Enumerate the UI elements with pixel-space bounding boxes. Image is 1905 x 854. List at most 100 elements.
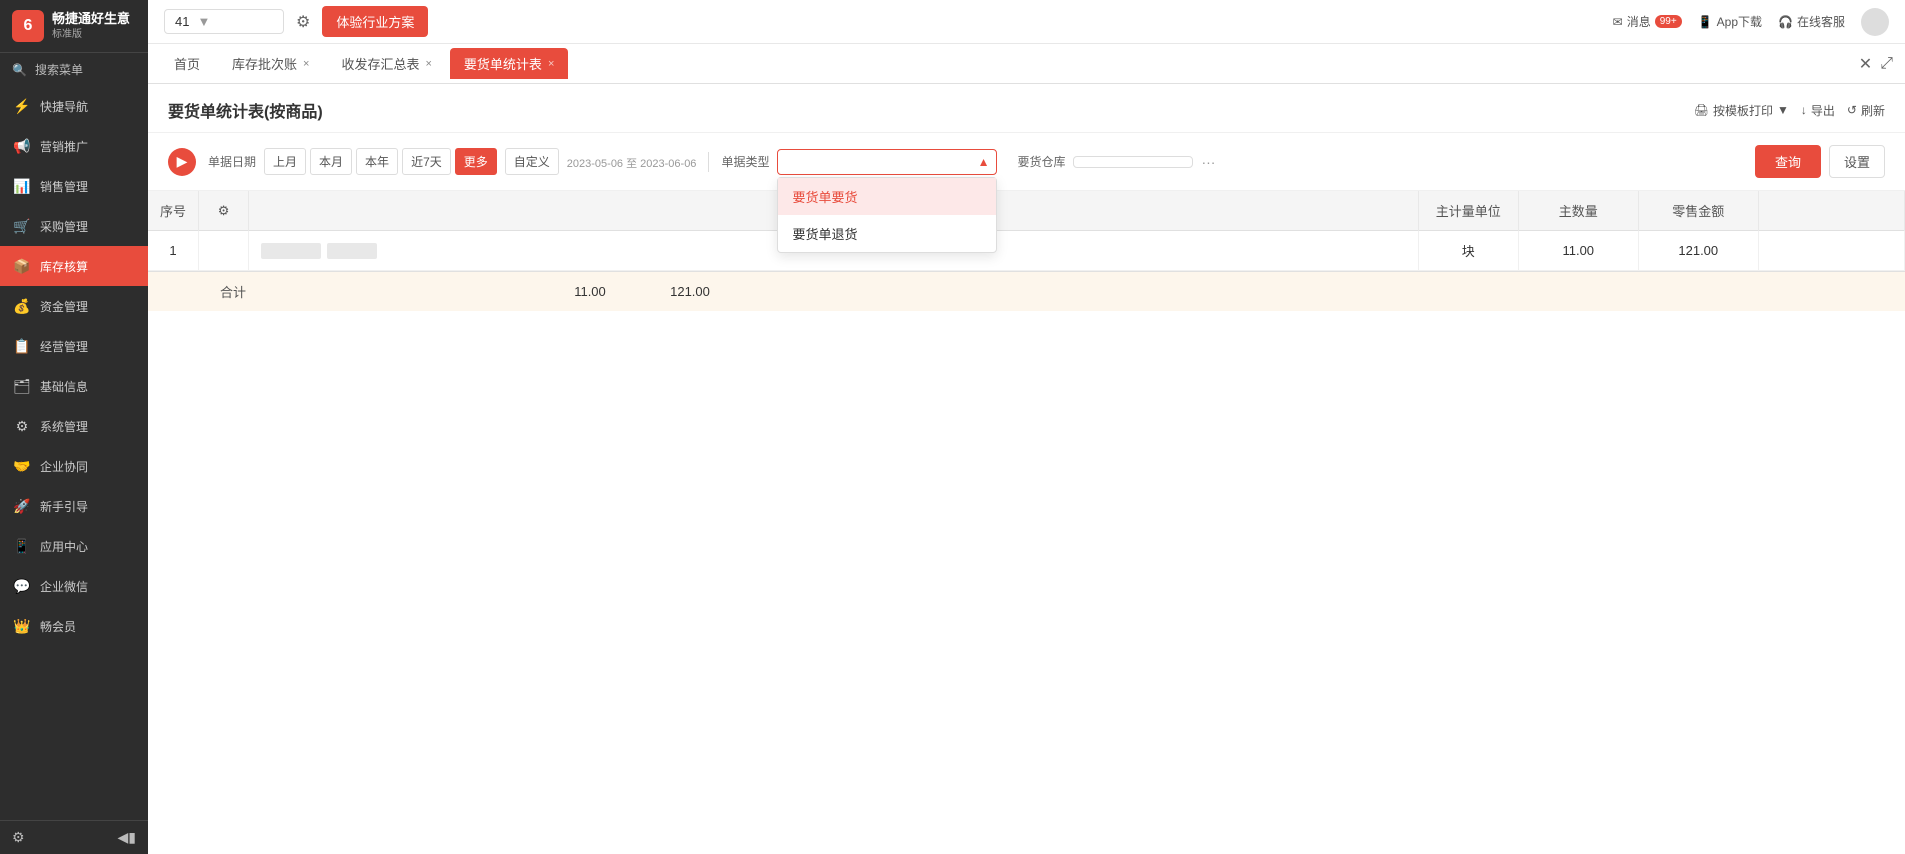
row-amount: 121.00 <box>1638 231 1758 271</box>
topbar-settings-icon[interactable]: ⚙ <box>296 12 310 32</box>
row-unit: 块 <box>1418 231 1518 271</box>
sidebar-item-vip[interactable]: 👑 畅会员 <box>0 606 148 646</box>
sidebar-item-basics[interactable]: 🗂 基础信息 <box>0 366 148 406</box>
topbar: 41 ▼ ⚙ 体验行业方案 ✉ 消息 99+ 📱 App下载 🎧 在线客服 <box>148 0 1905 44</box>
export-btn-label: 导出 <box>1811 102 1835 119</box>
settings-btn[interactable]: 设置 <box>1829 145 1885 178</box>
app-download-btn[interactable]: 📱 App下载 <box>1698 13 1762 30</box>
col-header-unit: 主计量单位 <box>1418 191 1518 231</box>
topbar-right: ✉ 消息 99+ 📱 App下载 🎧 在线客服 <box>1613 8 1889 36</box>
nav-label-wechat: 企业微信 <box>40 578 88 595</box>
tab-receipt-summary-close[interactable]: × <box>425 58 431 70</box>
store-selector[interactable]: 41 ▼ <box>164 9 284 34</box>
nav-icon-guide: 🚀 <box>12 496 32 516</box>
nav-label-vip: 畅会员 <box>40 618 76 635</box>
phone-icon: 📱 <box>1698 15 1713 29</box>
user-avatar[interactable] <box>1861 8 1889 36</box>
filter-divider-1 <box>708 152 709 172</box>
dropdown-item-purchase-return[interactable]: 要货单退货 <box>778 215 996 252</box>
tab-home[interactable]: 首页 <box>160 48 214 79</box>
tab-order-stats[interactable]: 要货单统计表 × <box>450 48 568 79</box>
sidebar-item-marketing[interactable]: 📢 营销推广 <box>0 126 148 166</box>
online-service-btn[interactable]: 🎧 在线客服 <box>1778 13 1845 30</box>
col-header-settings[interactable]: ⚙ <box>199 191 249 231</box>
data-table: 序号 ⚙ 商品 主计量单位 主数量 <box>148 191 1905 271</box>
dropdown-item-purchase-order[interactable]: 要货单要货 <box>778 178 996 215</box>
date-more-btn[interactable]: 更多 <box>455 148 497 175</box>
table-body: 1 块 11.00 <box>148 231 1905 271</box>
online-service-label: 在线客服 <box>1797 13 1845 30</box>
date-7days-btn[interactable]: 近7天 <box>402 148 451 175</box>
tab-order-stats-close[interactable]: × <box>548 58 554 70</box>
tab-receipt-summary-label: 收发存汇总表 <box>341 54 419 73</box>
messages-btn[interactable]: ✉ 消息 99+ <box>1613 13 1682 30</box>
messages-badge: 99+ <box>1655 15 1682 28</box>
refresh-btn-label: 刷新 <box>1861 102 1885 119</box>
tab-receipt-summary[interactable]: 收发存汇总表 × <box>327 48 445 79</box>
nav-icon-basics: 🗂 <box>12 376 32 396</box>
table-header-row: 序号 ⚙ 商品 主计量单位 主数量 <box>148 191 1905 231</box>
warehouse-more-btn[interactable]: ··· <box>1201 154 1215 170</box>
nav-icon-purchase: 🛒 <box>12 216 32 236</box>
sidebar-item-wechat[interactable]: 💬 企业微信 <box>0 566 148 606</box>
tab-expand-btn[interactable]: ⤢ <box>1880 55 1893 73</box>
sidebar-search[interactable]: 🔍 搜索菜单 <box>0 53 148 86</box>
tab-close-all-btn[interactable]: ✕ <box>1859 54 1872 74</box>
tab-order-stats-label: 要货单统计表 <box>464 54 542 73</box>
col-header-amount: 零售金额 <box>1638 191 1758 231</box>
query-btn[interactable]: 查询 <box>1755 145 1821 178</box>
topbar-left: 41 ▼ ⚙ 体验行业方案 <box>164 6 428 37</box>
date-range-text: 2023-05-06 至 2023-06-06 <box>567 155 697 171</box>
print-btn[interactable]: 🖨 按模板打印 ▼ <box>1694 102 1789 119</box>
settings-icon[interactable]: ⚙ <box>12 829 25 846</box>
print-icon: 🖨 <box>1694 103 1709 117</box>
date-label: 单据日期 <box>208 153 256 170</box>
store-selector-chevron: ▼ <box>197 14 210 29</box>
trial-btn[interactable]: 体验行业方案 <box>322 6 428 37</box>
date-up-btn[interactable]: 上月 <box>264 148 306 175</box>
sidebar-item-inventory[interactable]: 📦 库存核算 <box>0 246 148 286</box>
sidebar-item-apps[interactable]: 📱 应用中心 <box>0 526 148 566</box>
warehouse-select[interactable] <box>1073 156 1193 168</box>
sidebar-item-guide[interactable]: 🚀 新手引导 <box>0 486 148 526</box>
nav-icon-apps: 📱 <box>12 536 32 556</box>
print-btn-label: 按模板打印 <box>1713 102 1773 119</box>
print-chevron: ▼ <box>1777 103 1789 117</box>
nav-label-purchase: 采购管理 <box>40 218 88 235</box>
sidebar-item-quick-nav[interactable]: ⚡ 快捷导航 <box>0 86 148 126</box>
tab-inventory-batch[interactable]: 库存批次账 × <box>218 48 323 79</box>
date-this-month-btn[interactable]: 本月 <box>310 148 352 175</box>
date-this-year-btn[interactable]: 本年 <box>356 148 398 175</box>
nav-icon-finance: 💰 <box>12 296 32 316</box>
nav-label-basics: 基础信息 <box>40 378 88 395</box>
main-area: 41 ▼ ⚙ 体验行业方案 ✉ 消息 99+ 📱 App下载 🎧 在线客服 <box>148 0 1905 854</box>
date-custom-btn[interactable]: 自定义 <box>505 148 559 175</box>
nav-label-sales: 销售管理 <box>40 178 88 195</box>
table-footer: 合计 11.00 121.00 <box>148 271 1905 311</box>
refresh-btn[interactable]: ↺ 刷新 <box>1847 102 1885 119</box>
collapse-icon[interactable]: ◀▮ <box>118 829 136 846</box>
sidebar-item-finance[interactable]: 💰 资金管理 <box>0 286 148 326</box>
nav-label-guide: 新手引导 <box>40 498 88 515</box>
app-logo-icon: 6 <box>12 10 44 42</box>
nav-icon-operations: 📋 <box>12 336 32 356</box>
filter-expand-btn[interactable]: ▶ <box>168 148 196 176</box>
sidebar-bottom: ⚙ ◀▮ <box>0 820 148 854</box>
sidebar-item-purchase[interactable]: 🛒 采购管理 <box>0 206 148 246</box>
footer-qty: 11.00 <box>540 284 640 299</box>
export-icon: ↓ <box>1801 103 1807 117</box>
tab-inventory-batch-close[interactable]: × <box>303 58 309 70</box>
warehouse-section: 要货仓库 ··· <box>1017 153 1215 170</box>
type-select-input[interactable] <box>777 149 997 175</box>
filter-bar: ▶ 单据日期 上月 本月 本年 近7天 更多 自定义 2023-05-06 至 … <box>148 133 1905 191</box>
page-header: 要货单统计表(按商品) 🖨 按模板打印 ▼ ↓ 导出 ↺ 刷新 <box>148 84 1905 133</box>
nav-label-quick-nav: 快捷导航 <box>40 98 88 115</box>
date-filter-section: 单据日期 上月 本月 本年 近7天 更多 自定义 2023-05-06 至 20… <box>208 148 696 175</box>
export-btn[interactable]: ↓ 导出 <box>1801 102 1835 119</box>
sidebar-item-enterprise[interactable]: 🤝 企业协同 <box>0 446 148 486</box>
tabbar-actions: ✕ ⤢ <box>1859 54 1893 74</box>
sidebar-item-sales[interactable]: 📊 销售管理 <box>0 166 148 206</box>
date-quick-btns: 上月 本月 本年 近7天 更多 <box>264 148 497 175</box>
sidebar-item-system[interactable]: ⚙ 系统管理 <box>0 406 148 446</box>
sidebar-item-operations[interactable]: 📋 经营管理 <box>0 326 148 366</box>
